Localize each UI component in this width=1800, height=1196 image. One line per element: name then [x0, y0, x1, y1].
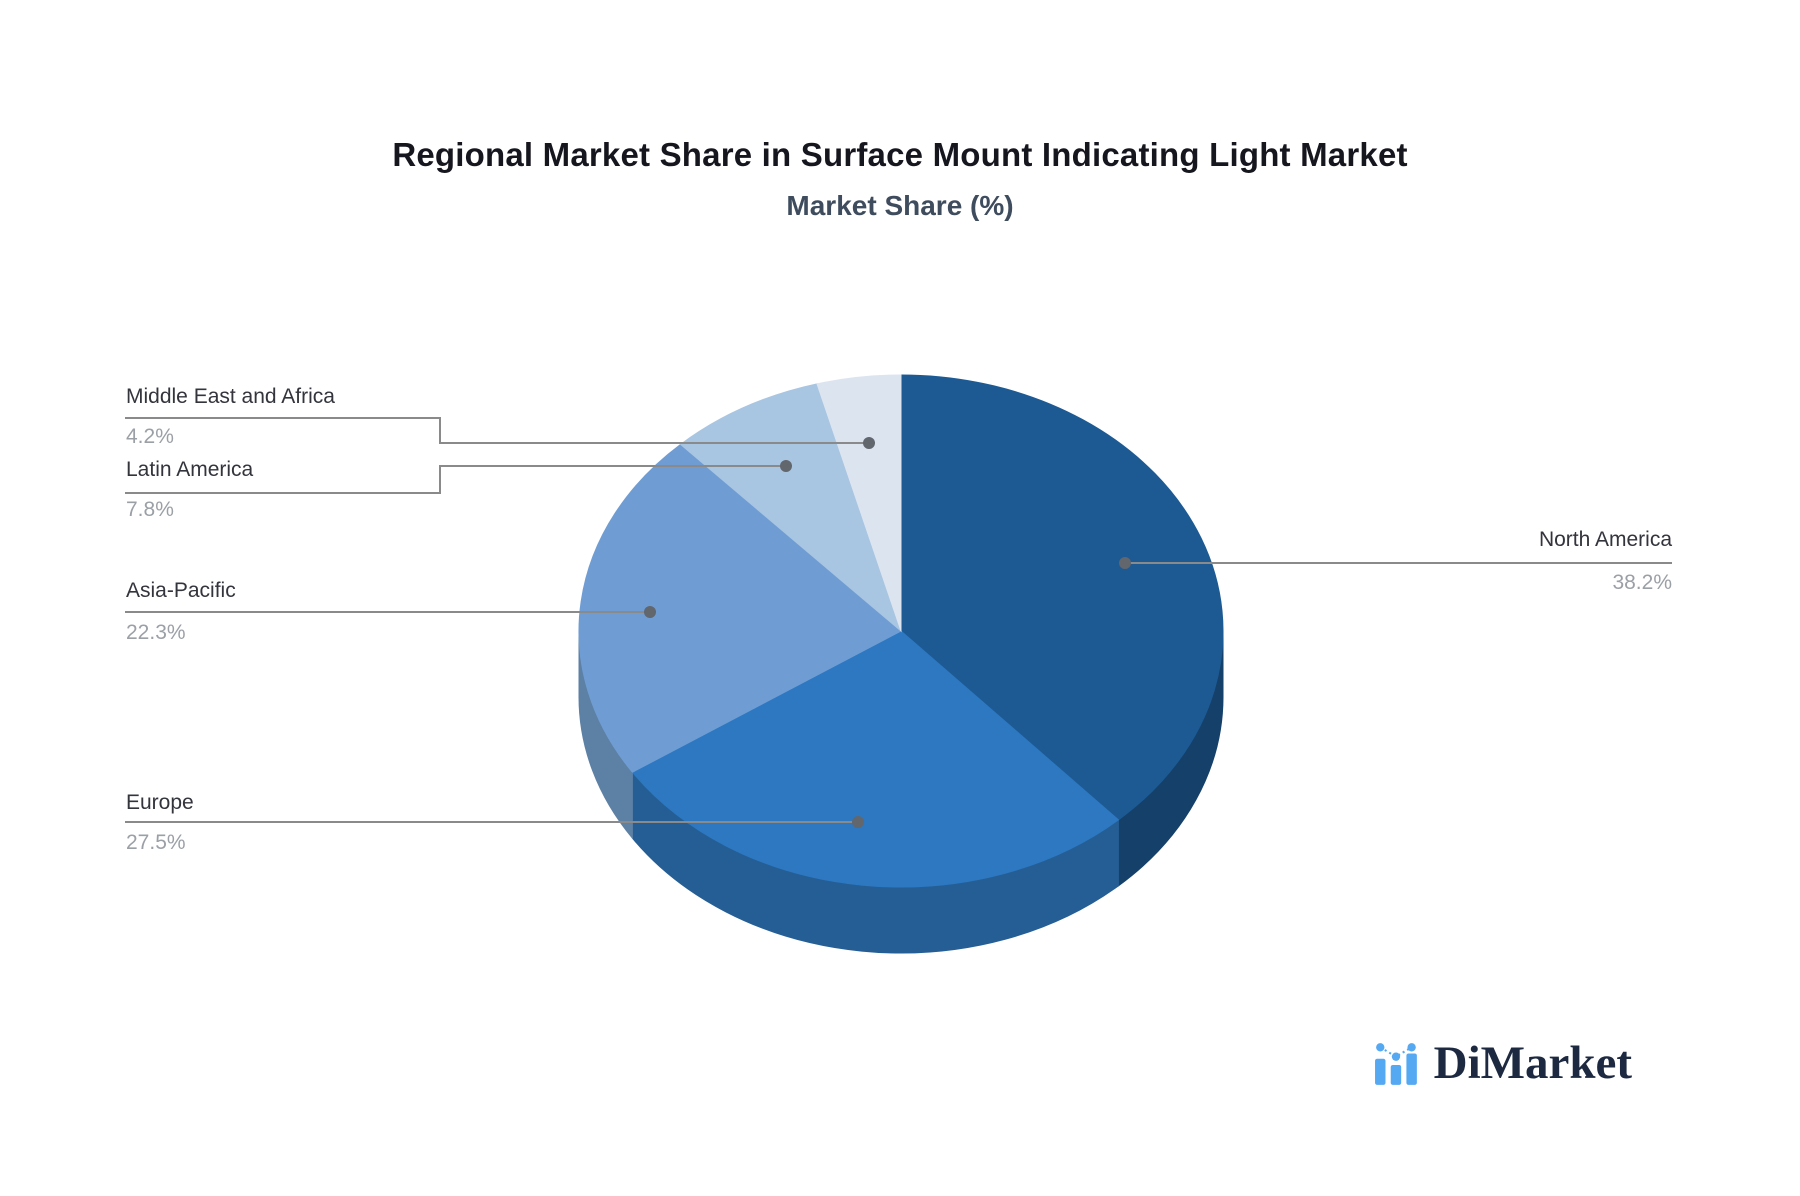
slice-label-north-america: North America — [1538, 528, 1672, 551]
pie-chart-figure: Regional Market Share in Surface Mount I… — [0, 0, 1800, 1196]
slice-value-middle-east-and-africa: 4.2% — [126, 425, 174, 448]
slice-value-asia-pacific: 22.3% — [126, 621, 186, 644]
pie-chart — [125, 374, 1672, 954]
brand-logo-text: DiMarket — [1433, 1037, 1632, 1089]
slice-value-europe: 27.5% — [126, 831, 186, 854]
slice-label-europe: Europe — [126, 791, 194, 814]
slice-value-north-america: 38.2% — [1612, 571, 1672, 594]
brand-logo: DiMarket — [1374, 1040, 1632, 1087]
slice-label-asia-pacific: Asia-Pacific — [126, 579, 236, 602]
slice-label-latin-america: Latin America — [126, 458, 254, 481]
slice-value-latin-america: 7.8% — [126, 498, 174, 521]
slice-label-middle-east-and-africa: Middle East and Africa — [126, 385, 335, 408]
bar-line-chart-icon — [1374, 1042, 1417, 1085]
